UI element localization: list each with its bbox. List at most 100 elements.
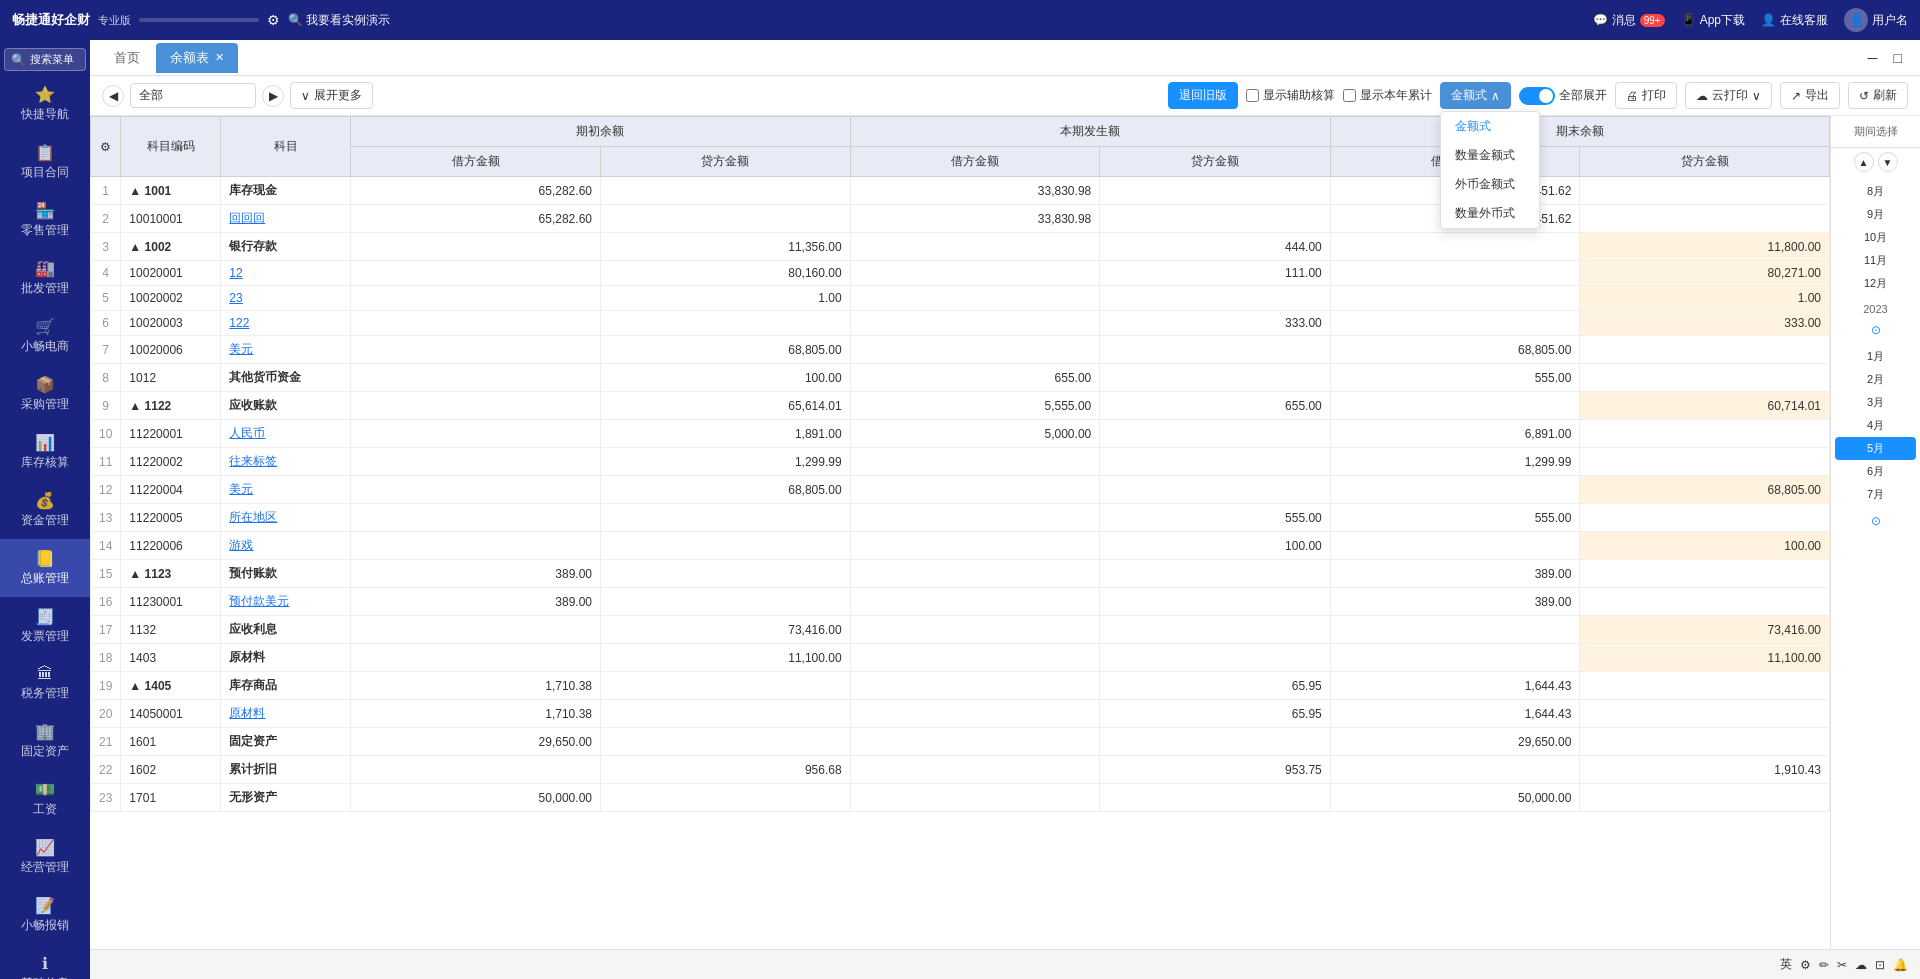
td-code-4[interactable]: 10020002 bbox=[121, 286, 221, 311]
td-name-21[interactable]: 累计折旧 bbox=[221, 756, 351, 784]
month-11[interactable]: 11月 bbox=[1831, 249, 1920, 272]
td-name-6[interactable]: 美元 bbox=[221, 336, 351, 364]
sidebar-item-kuaijie[interactable]: ⭐ 快捷导航 bbox=[0, 75, 90, 133]
td-code-1[interactable]: 10010001 bbox=[121, 205, 221, 233]
td-code-7[interactable]: 1012 bbox=[121, 364, 221, 392]
month-10[interactable]: 10月 bbox=[1831, 226, 1920, 249]
expand-more-btn[interactable]: ∨ 展开更多 bbox=[290, 82, 373, 109]
bottom-icon-5[interactable]: ⊡ bbox=[1875, 958, 1885, 972]
show-aux-check[interactable] bbox=[1246, 89, 1259, 102]
td-name-3[interactable]: 12 bbox=[221, 261, 351, 286]
month-8[interactable]: 8月 bbox=[1831, 180, 1920, 203]
sidebar-item-management[interactable]: 📈 经营管理 bbox=[0, 828, 90, 886]
sidebar-item-tax[interactable]: 🏛 税务管理 bbox=[0, 655, 90, 712]
dropdown-item-0[interactable]: 金额式 bbox=[1441, 112, 1539, 141]
amount-type-dropdown[interactable]: 金额式 ∧ 金额式 数量金额式 外币金额式 数量外币式 bbox=[1440, 82, 1511, 109]
td-code-2[interactable]: ▲ 1002 bbox=[121, 233, 221, 261]
td-name-11[interactable]: 美元 bbox=[221, 476, 351, 504]
settings-icon[interactable]: ⚙ bbox=[267, 12, 280, 28]
td-code-22[interactable]: 1701 bbox=[121, 784, 221, 812]
window-minimize-btn[interactable]: ─ bbox=[1862, 48, 1884, 68]
td-code-5[interactable]: 10020003 bbox=[121, 311, 221, 336]
sidebar-item-ecommerce[interactable]: 🛒 小畅电商 bbox=[0, 307, 90, 365]
show-year-check[interactable] bbox=[1343, 89, 1356, 102]
td-name-15[interactable]: 预付款美元 bbox=[221, 588, 351, 616]
tab-balance-sheet[interactable]: 余额表 ✕ bbox=[156, 43, 238, 73]
demo-link[interactable]: 🔍 我要看实例演示 bbox=[288, 12, 390, 29]
month-3[interactable]: 3月 bbox=[1831, 391, 1920, 414]
toggle-switch[interactable] bbox=[1519, 87, 1555, 105]
sidebar-item-wholesale[interactable]: 🏭 批发管理 bbox=[0, 249, 90, 307]
return-old-btn[interactable]: 退回旧版 bbox=[1168, 82, 1238, 109]
sidebar-item-assets[interactable]: 🏢 固定资产 bbox=[0, 712, 90, 770]
td-code-0[interactable]: ▲ 1001 bbox=[121, 177, 221, 205]
td-code-14[interactable]: ▲ 1123 bbox=[121, 560, 221, 588]
show-aux-checkbox[interactable]: 显示辅助核算 bbox=[1246, 87, 1335, 104]
month-6[interactable]: 6月 bbox=[1831, 460, 1920, 483]
month-12[interactable]: 12月 bbox=[1831, 272, 1920, 295]
td-code-21[interactable]: 1602 bbox=[121, 756, 221, 784]
td-code-9[interactable]: 11220001 bbox=[121, 420, 221, 448]
td-code-12[interactable]: 11220005 bbox=[121, 504, 221, 532]
tab-close-icon[interactable]: ✕ bbox=[215, 51, 224, 64]
th-settings[interactable]: ⚙ bbox=[91, 117, 121, 177]
sidebar-item-invoice[interactable]: 🧾 发票管理 bbox=[0, 597, 90, 655]
td-name-9[interactable]: 人民币 bbox=[221, 420, 351, 448]
td-code-10[interactable]: 11220002 bbox=[121, 448, 221, 476]
td-name-13[interactable]: 游戏 bbox=[221, 532, 351, 560]
sidebar-item-funds[interactable]: 💰 资金管理 bbox=[0, 481, 90, 539]
td-name-16[interactable]: 应收利息 bbox=[221, 616, 351, 644]
window-maximize-btn[interactable]: □ bbox=[1888, 48, 1908, 68]
collapse-year-btn[interactable]: ⊙ bbox=[1831, 510, 1920, 532]
sidebar-item-salary[interactable]: 💵 工资 bbox=[0, 770, 90, 828]
td-name-17[interactable]: 原材料 bbox=[221, 644, 351, 672]
sidebar-item-expense[interactable]: 📝 小畅报销 bbox=[0, 886, 90, 944]
expand-all-toggle[interactable]: 全部展开 bbox=[1519, 87, 1607, 105]
print-btn[interactable]: 🖨 打印 bbox=[1615, 82, 1677, 109]
bottom-icon-6[interactable]: 🔔 bbox=[1893, 958, 1908, 972]
month-7[interactable]: 7月 bbox=[1831, 483, 1920, 506]
message-btn[interactable]: 💬 消息 99+ bbox=[1593, 12, 1665, 29]
show-year-sum-checkbox[interactable]: 显示本年累计 bbox=[1343, 87, 1432, 104]
td-code-16[interactable]: 1132 bbox=[121, 616, 221, 644]
td-name-19[interactable]: 原材料 bbox=[221, 700, 351, 728]
td-code-8[interactable]: ▲ 1122 bbox=[121, 392, 221, 420]
sidebar-item-retail[interactable]: 🏪 零售管理 bbox=[0, 191, 90, 249]
td-code-20[interactable]: 1601 bbox=[121, 728, 221, 756]
month-5[interactable]: 5月 bbox=[1835, 437, 1916, 460]
app-download-btn[interactable]: 📱 App下载 bbox=[1681, 12, 1745, 29]
sidebar-item-basic[interactable]: ℹ 基础信息 bbox=[0, 944, 90, 979]
period-next-btn[interactable]: ▼ bbox=[1878, 152, 1898, 172]
filter-search-box[interactable]: 全部 bbox=[130, 83, 256, 108]
month-9[interactable]: 9月 bbox=[1831, 203, 1920, 226]
td-code-19[interactable]: 14050001 bbox=[121, 700, 221, 728]
dropdown-item-2[interactable]: 外币金额式 bbox=[1441, 170, 1539, 199]
td-name-7[interactable]: 其他货币资金 bbox=[221, 364, 351, 392]
window-title-input[interactable] bbox=[139, 18, 259, 22]
bottom-icon-2[interactable]: ✏ bbox=[1819, 958, 1829, 972]
td-code-6[interactable]: 10020006 bbox=[121, 336, 221, 364]
period-prev-btn[interactable]: ▲ bbox=[1854, 152, 1874, 172]
lang-switch[interactable]: 英 bbox=[1780, 956, 1792, 973]
sidebar-item-project[interactable]: 📋 项目合同 bbox=[0, 133, 90, 191]
td-name-10[interactable]: 往来标签 bbox=[221, 448, 351, 476]
month-1[interactable]: 1月 bbox=[1831, 345, 1920, 368]
tab-home[interactable]: 首页 bbox=[102, 43, 152, 73]
cloud-print-btn[interactable]: ☁ 云打印 ∨ bbox=[1685, 82, 1772, 109]
dropdown-item-3[interactable]: 数量外币式 bbox=[1441, 199, 1539, 228]
dropdown-item-1[interactable]: 数量金额式 bbox=[1441, 141, 1539, 170]
td-code-15[interactable]: 11230001 bbox=[121, 588, 221, 616]
filter-input[interactable] bbox=[167, 89, 247, 103]
td-code-3[interactable]: 10020001 bbox=[121, 261, 221, 286]
td-name-20[interactable]: 固定资产 bbox=[221, 728, 351, 756]
td-name-12[interactable]: 所在地区 bbox=[221, 504, 351, 532]
amount-type-btn[interactable]: 金额式 ∧ bbox=[1440, 82, 1511, 109]
td-name-22[interactable]: 无形资产 bbox=[221, 784, 351, 812]
expand-year-btn[interactable]: ⊙ bbox=[1831, 319, 1920, 341]
bottom-icon-3[interactable]: ✂ bbox=[1837, 958, 1847, 972]
search-menu[interactable]: 🔍 搜索菜单 bbox=[4, 48, 86, 71]
month-4[interactable]: 4月 bbox=[1831, 414, 1920, 437]
export-btn[interactable]: ↗ 导出 bbox=[1780, 82, 1840, 109]
td-name-4[interactable]: 23 bbox=[221, 286, 351, 311]
bottom-icon-4[interactable]: ☁ bbox=[1855, 958, 1867, 972]
